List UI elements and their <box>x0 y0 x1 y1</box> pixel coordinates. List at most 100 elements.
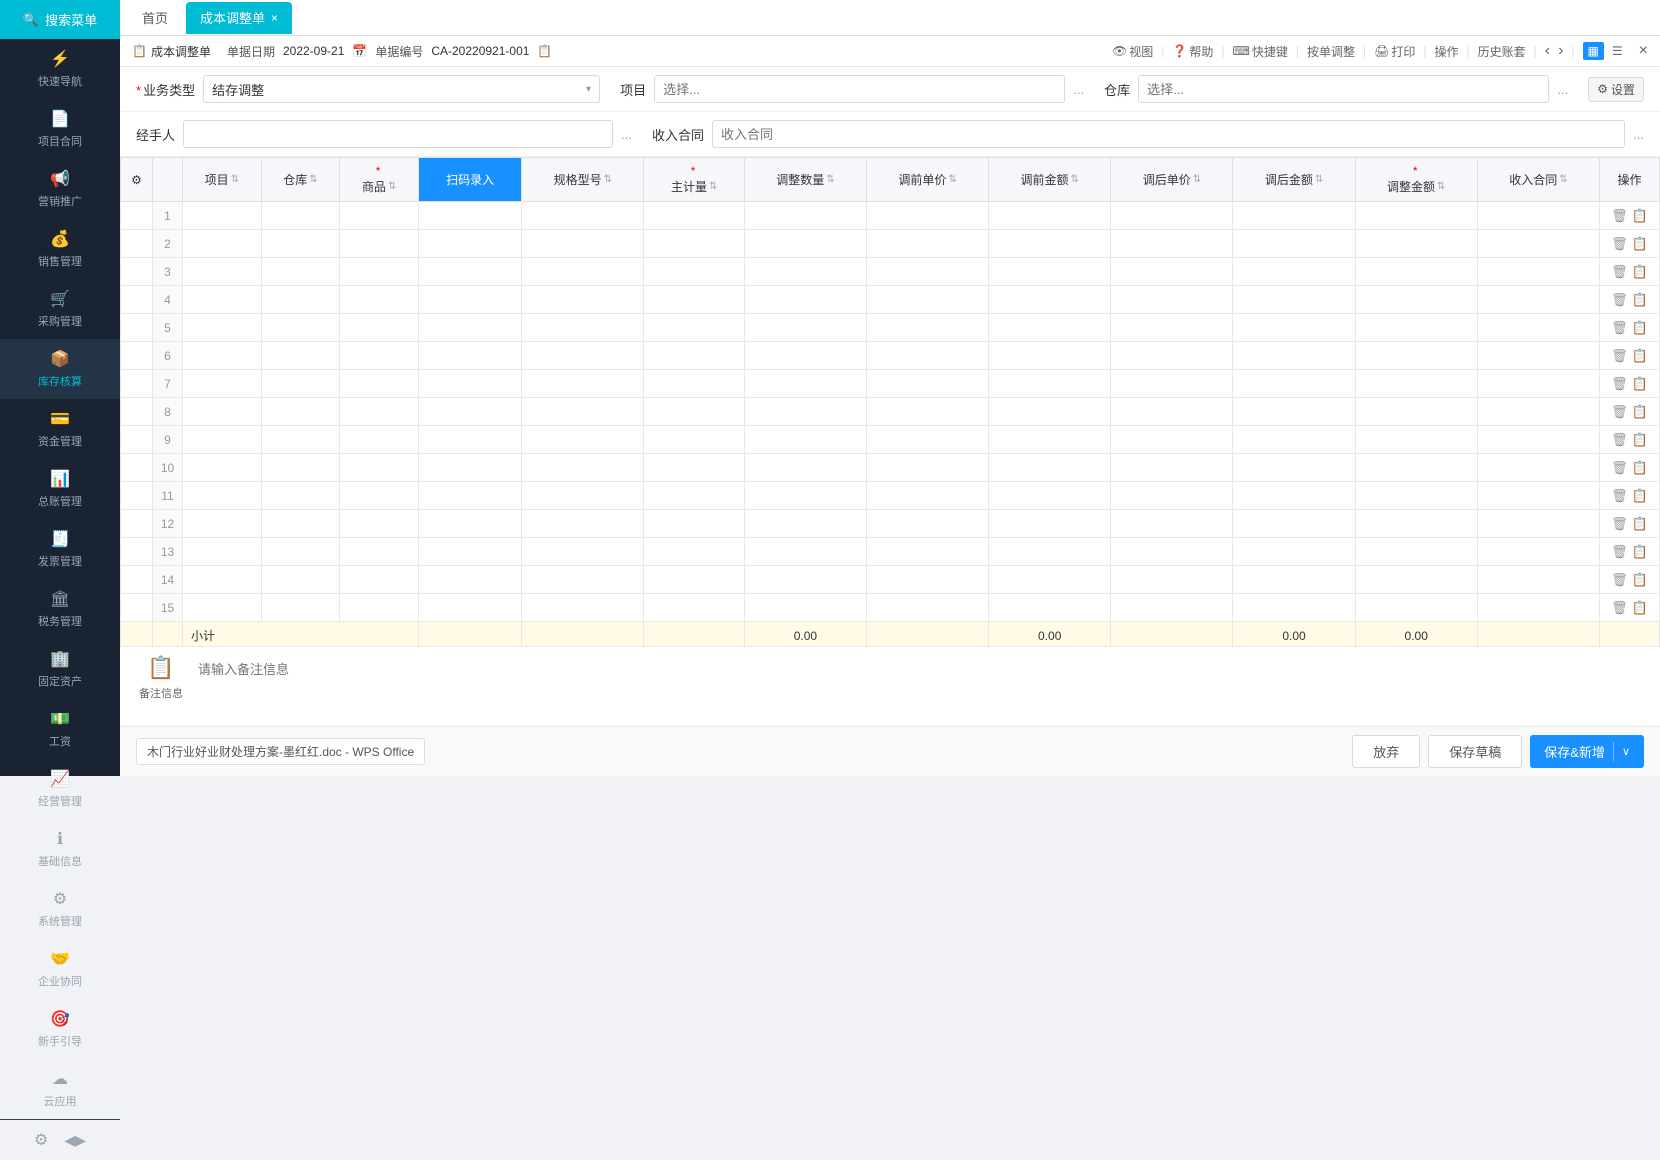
data-cell[interactable] <box>418 510 521 538</box>
data-cell[interactable] <box>1477 370 1599 398</box>
income-contract-input[interactable] <box>712 120 1625 148</box>
nav-prev-btn[interactable]: ‹ <box>1545 42 1550 60</box>
sidebar-item-fixed-assets[interactable]: 🏢 固定资产 <box>0 639 120 699</box>
data-cell[interactable] <box>1477 594 1599 622</box>
data-cell[interactable] <box>340 342 419 370</box>
data-cell[interactable] <box>867 426 989 454</box>
data-cell[interactable] <box>1233 454 1355 482</box>
data-cell[interactable] <box>867 230 989 258</box>
data-cell[interactable] <box>1111 594 1233 622</box>
data-cell[interactable] <box>867 258 989 286</box>
settings-button[interactable]: ⚙ 设置 <box>1588 77 1644 102</box>
data-cell[interactable] <box>340 370 419 398</box>
data-cell[interactable] <box>261 566 340 594</box>
data-cell[interactable] <box>183 314 262 342</box>
data-cell[interactable] <box>183 286 262 314</box>
data-cell[interactable] <box>261 594 340 622</box>
save-new-arrow[interactable]: ∨ <box>1614 745 1630 758</box>
data-cell[interactable] <box>340 566 419 594</box>
data-cell[interactable] <box>1111 454 1233 482</box>
data-cell[interactable] <box>867 314 989 342</box>
data-cell[interactable] <box>744 538 866 566</box>
data-cell[interactable] <box>1111 314 1233 342</box>
data-cell[interactable] <box>644 566 744 594</box>
data-cell[interactable] <box>744 510 866 538</box>
th-after-amount[interactable]: 调后金额 ⇅ <box>1233 158 1355 202</box>
data-cell[interactable] <box>1233 482 1355 510</box>
data-cell[interactable] <box>522 370 644 398</box>
data-cell[interactable] <box>1477 230 1599 258</box>
data-cell[interactable] <box>183 230 262 258</box>
data-cell[interactable] <box>183 566 262 594</box>
delete-row-button[interactable]: 🗑 <box>1611 600 1628 616</box>
th-scan[interactable]: 扫码录入 <box>418 158 521 202</box>
data-cell[interactable] <box>261 342 340 370</box>
data-cell[interactable] <box>744 566 866 594</box>
sidebar-item-new-guide[interactable]: 🎯 新手引导 <box>0 999 120 1059</box>
delete-row-button[interactable]: 🗑 <box>1611 208 1628 224</box>
data-cell[interactable] <box>1477 454 1599 482</box>
history-btn[interactable]: 历史账套 <box>1478 43 1526 60</box>
data-cell[interactable] <box>1111 538 1233 566</box>
data-cell[interactable] <box>644 454 744 482</box>
sidebar-item-ledger-mgmt[interactable]: 📊 总账管理 <box>0 459 120 519</box>
discard-button[interactable]: 放弃 <box>1352 735 1420 768</box>
delete-row-button[interactable]: 🗑 <box>1611 348 1628 364</box>
save-new-button[interactable]: 保存&新增 ∨ <box>1530 735 1644 768</box>
data-cell[interactable] <box>867 454 989 482</box>
data-cell[interactable] <box>989 202 1111 230</box>
data-cell[interactable] <box>340 258 419 286</box>
data-cell[interactable] <box>989 258 1111 286</box>
th-unit[interactable]: 主计量 ⇅ <box>644 158 744 202</box>
data-cell[interactable] <box>644 314 744 342</box>
data-cell[interactable] <box>522 258 644 286</box>
data-cell[interactable] <box>261 286 340 314</box>
data-cell[interactable] <box>261 230 340 258</box>
data-cell[interactable] <box>1111 482 1233 510</box>
delete-row-button[interactable]: 🗑 <box>1611 376 1628 392</box>
agent-input[interactable] <box>183 120 613 148</box>
data-cell[interactable] <box>1477 286 1599 314</box>
delete-row-button[interactable]: 🗑 <box>1611 264 1628 280</box>
copy-row-button[interactable]: 📋 <box>1632 320 1648 336</box>
data-cell[interactable] <box>522 342 644 370</box>
data-cell[interactable] <box>183 454 262 482</box>
sidebar-item-enterprise[interactable]: 🤝 企业协同 <box>0 939 120 999</box>
data-cell[interactable] <box>183 342 262 370</box>
copy-row-button[interactable]: 📋 <box>1632 460 1648 476</box>
income-contract-dots[interactable]: ... <box>1633 127 1644 142</box>
tab-home[interactable]: 首页 <box>128 2 182 34</box>
data-cell[interactable] <box>644 230 744 258</box>
data-cell[interactable] <box>1233 426 1355 454</box>
data-cell[interactable] <box>989 230 1111 258</box>
data-cell[interactable] <box>644 398 744 426</box>
data-cell[interactable] <box>989 594 1111 622</box>
data-cell[interactable] <box>644 594 744 622</box>
project-dots[interactable]: ... <box>1073 82 1084 97</box>
data-cell[interactable] <box>340 454 419 482</box>
data-cell[interactable] <box>261 258 340 286</box>
data-cell[interactable] <box>1233 202 1355 230</box>
data-cell[interactable] <box>522 510 644 538</box>
data-cell[interactable] <box>418 286 521 314</box>
data-cell[interactable] <box>261 202 340 230</box>
data-cell[interactable] <box>1477 538 1599 566</box>
copy-row-button[interactable]: 📋 <box>1632 348 1648 364</box>
data-cell[interactable] <box>744 370 866 398</box>
th-before-amount[interactable]: 调前金额 ⇅ <box>989 158 1111 202</box>
approve-btn[interactable]: 按单调整 <box>1307 43 1355 60</box>
data-cell[interactable] <box>261 510 340 538</box>
data-cell[interactable] <box>989 342 1111 370</box>
data-cell[interactable] <box>1355 286 1477 314</box>
list-view-btn[interactable]: ☰ <box>1612 44 1623 58</box>
data-cell[interactable] <box>744 202 866 230</box>
data-cell[interactable] <box>989 286 1111 314</box>
data-cell[interactable] <box>340 538 419 566</box>
copy-row-button[interactable]: 📋 <box>1632 264 1648 280</box>
data-cell[interactable] <box>744 286 866 314</box>
data-cell[interactable] <box>418 398 521 426</box>
data-cell[interactable] <box>522 594 644 622</box>
sidebar-item-basic-info[interactable]: ℹ 基础信息 <box>0 819 120 879</box>
view-btn[interactable]: 👁 视图 <box>1112 43 1153 60</box>
data-cell[interactable] <box>1233 566 1355 594</box>
